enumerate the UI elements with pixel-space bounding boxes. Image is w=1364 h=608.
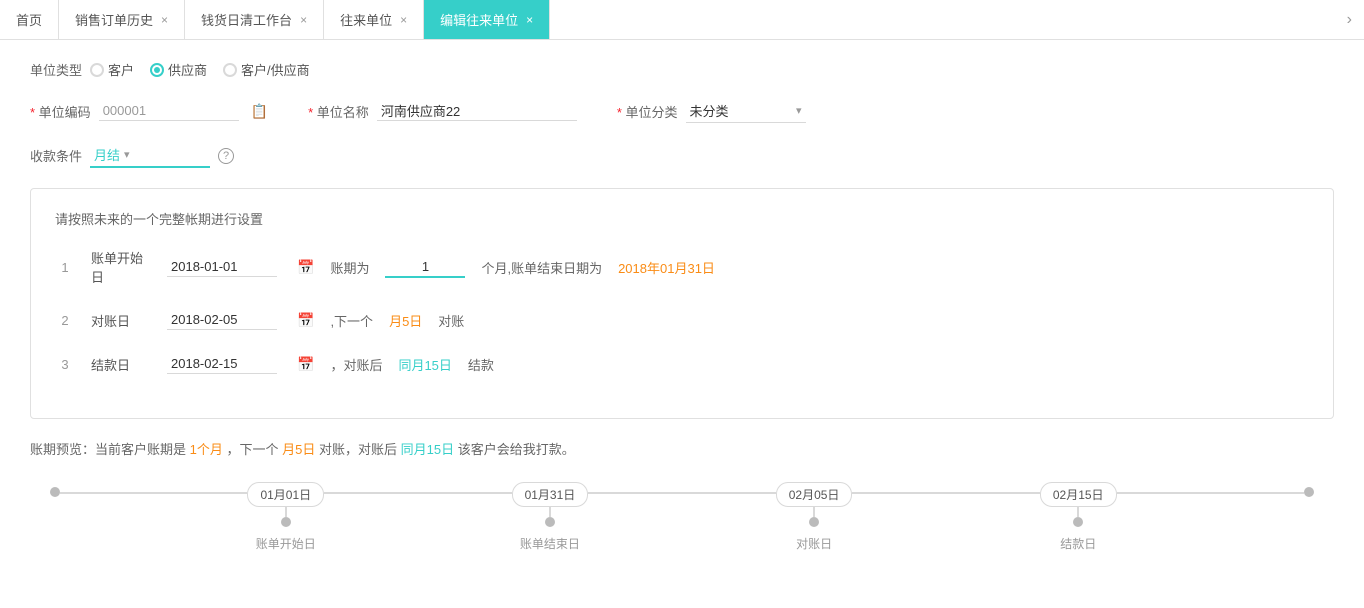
payment-date-input[interactable] — [167, 354, 277, 374]
timeline-label-4: 结款日 — [1060, 535, 1096, 552]
timeline-badge-4: 02月15日 — [1040, 482, 1117, 507]
unit-category-select[interactable]: 未分类 ▾ — [686, 99, 806, 123]
period-desc-1-suffix: 个月,账单结束日期为 — [481, 258, 602, 277]
radio-group: 客户 供应商 客户/供应商 — [90, 60, 310, 79]
period-desc-2-suffix: 对账 — [438, 311, 464, 330]
unit-type-label: 单位类型 — [30, 60, 82, 79]
period-months-input[interactable] — [385, 257, 465, 278]
preview-prefix: 账期预览：当前客户账期是 — [30, 442, 186, 457]
radio-supplier[interactable]: 供应商 — [150, 60, 207, 79]
period-desc-2-prefix: ,下一个 — [330, 311, 373, 330]
help-icon[interactable]: ? — [218, 148, 234, 164]
unit-code-item: 单位编码 📋 — [30, 101, 268, 121]
close-sales-history[interactable]: × — [161, 13, 168, 27]
timeline: 01月01日 账单开始日 01月31日 账单结束日 02月05日 — [30, 482, 1334, 552]
period-desc-3-prefix: ，对账后 — [330, 355, 382, 374]
payment-chevron-icon: ▾ — [124, 148, 130, 161]
tab-home[interactable]: 首页 — [0, 0, 59, 39]
start-date-input[interactable] — [167, 257, 277, 277]
unit-category-label: 单位分类 — [617, 102, 678, 121]
recon-date-input[interactable] — [167, 310, 277, 330]
timeline-node-4: 02月15日 结款日 — [1040, 482, 1117, 552]
unit-code-input[interactable] — [99, 101, 239, 121]
radio-circle-both — [223, 63, 237, 77]
preview-highlight2: 月5日 — [282, 442, 315, 457]
recon-date-cal-icon[interactable]: 📅 — [297, 312, 314, 329]
preview-highlight1: 1个月 — [190, 442, 223, 457]
close-partners[interactable]: × — [400, 13, 407, 27]
payment-row: 收款条件 月结 ▾ ? — [30, 143, 1334, 168]
tab-edit-partner[interactable]: 编辑往来单位 × — [424, 0, 550, 39]
preview-highlight3: 同月15日 — [401, 442, 454, 457]
radio-circle-customer — [90, 63, 104, 77]
period-label-1: 账单开始日 — [91, 248, 151, 286]
payment-highlight: 同月15日 — [398, 355, 451, 374]
main-content: 单位类型 客户 供应商 客户/供应商 单位编码 📋 — [0, 40, 1364, 608]
period-row-3: 3 结款日 📅 ，对账后 同月15日 结款 — [55, 354, 1309, 374]
timeline-label-3: 对账日 — [796, 535, 832, 552]
tabs-bar: 首页 销售订单历史 × 钱货日清工作台 × 往来单位 × 编辑往来单位 × › — [0, 0, 1364, 40]
payment-value: 月结 — [94, 145, 120, 164]
period-label-3: 结款日 — [91, 355, 151, 374]
close-edit-partner[interactable]: × — [526, 13, 533, 27]
unit-code-label: 单位编码 — [30, 102, 91, 121]
card-section: 请按照未来的一个完整帐期进行设置 1 账单开始日 📅 账期为 个月,账单结束日期… — [30, 188, 1334, 419]
period-desc-3-suffix: 结款 — [468, 355, 494, 374]
chevron-down-icon: ▾ — [796, 104, 802, 117]
timeline-node-3: 02月05日 对账日 — [776, 482, 853, 552]
start-date-cal-icon[interactable]: 📅 — [297, 259, 314, 276]
unit-info-row: 单位编码 📋 单位名称 单位分类 未分类 ▾ — [30, 99, 1334, 123]
tab-sales-history[interactable]: 销售订单历史 × — [59, 0, 185, 39]
timeline-node-1: 01月01日 账单开始日 — [247, 482, 324, 552]
unit-type-row: 单位类型 客户 供应商 客户/供应商 — [30, 60, 1334, 79]
card-instruction: 请按照未来的一个完整帐期进行设置 — [55, 209, 1309, 228]
payment-label: 收款条件 — [30, 146, 82, 165]
timeline-label-1: 账单开始日 — [256, 535, 316, 552]
recon-highlight: 月5日 — [389, 311, 422, 330]
preview-section: 账期预览：当前客户账期是 1个月 ，下一个 月5日 对账，对账后 同月15日 该… — [30, 439, 1334, 458]
unit-name-item: 单位名称 — [308, 101, 577, 121]
period-label-2: 对账日 — [91, 311, 151, 330]
timeline-badge-1: 01月01日 — [247, 482, 324, 507]
radio-both[interactable]: 客户/供应商 — [223, 60, 310, 79]
timeline-badge-3: 02月05日 — [776, 482, 853, 507]
unit-code-icon[interactable]: 📋 — [251, 103, 268, 120]
period-row-2: 2 对账日 📅 ,下一个 月5日 对账 — [55, 310, 1309, 330]
unit-name-label: 单位名称 — [308, 102, 369, 121]
period-row-1: 1 账单开始日 📅 账期为 个月,账单结束日期为 2018年01月31日 — [55, 248, 1309, 286]
payment-date-cal-icon[interactable]: 📅 — [297, 356, 314, 373]
preview-mid1: ，下一个 — [227, 442, 279, 457]
timeline-label-2: 账单结束日 — [520, 535, 580, 552]
tabs-arrow[interactable]: › — [1335, 11, 1364, 29]
period-desc-1-prefix: 账期为 — [330, 258, 369, 277]
period-end-date: 2018年01月31日 — [618, 258, 715, 277]
timeline-node-2: 01月31日 账单结束日 — [512, 482, 589, 552]
period-num-3: 3 — [55, 357, 75, 372]
tab-partners[interactable]: 往来单位 × — [324, 0, 424, 39]
period-num-2: 2 — [55, 313, 75, 328]
radio-customer[interactable]: 客户 — [90, 60, 134, 79]
unit-name-input[interactable] — [377, 101, 577, 121]
timeline-badge-2: 01月31日 — [512, 482, 589, 507]
payment-select[interactable]: 月结 ▾ — [90, 143, 210, 168]
radio-circle-supplier — [150, 63, 164, 77]
unit-category-value: 未分类 — [690, 101, 796, 120]
unit-category-item: 单位分类 未分类 ▾ — [617, 99, 806, 123]
unit-type-item: 单位类型 客户 供应商 客户/供应商 — [30, 60, 310, 79]
preview-mid2: 对账，对账后 — [319, 442, 397, 457]
close-cash-work[interactable]: × — [300, 13, 307, 27]
tab-cash-work[interactable]: 钱货日清工作台 × — [185, 0, 324, 39]
period-num-1: 1 — [55, 260, 75, 275]
preview-suffix: 该客户会给我打款。 — [458, 442, 575, 457]
